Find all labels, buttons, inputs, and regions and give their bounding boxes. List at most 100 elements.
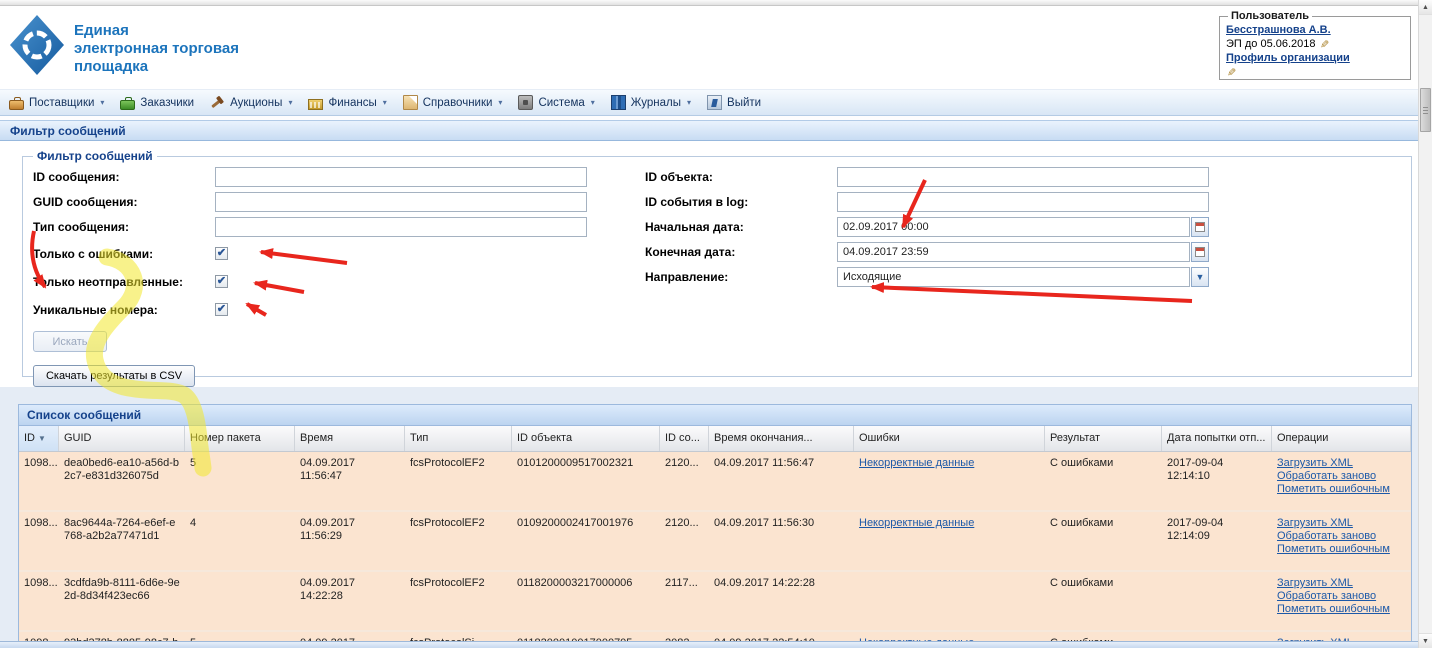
menu-item-Справочники[interactable]: Справочники ▾: [402, 95, 502, 110]
filter-field-row: Конечная дата:: [645, 240, 1401, 264]
operation-link[interactable]: Загрузить XML: [1277, 457, 1353, 469]
text-input[interactable]: [215, 192, 587, 212]
column-header-11[interactable]: Дата попытки отп...: [1162, 426, 1272, 451]
user-panel-legend: Пользователь: [1231, 10, 1310, 22]
journals-icon: [610, 95, 626, 110]
filter-field-row: GUID сообщения:: [33, 190, 645, 214]
operation-line: Пометить ошибочным: [1277, 543, 1406, 556]
menu-item-Журналы[interactable]: Журналы ▾: [610, 95, 691, 110]
column-header-3[interactable]: Номер пакета: [185, 426, 295, 451]
menu-item-Система[interactable]: Система ▾: [518, 95, 595, 110]
text-input[interactable]: [837, 192, 1209, 212]
table-cell: 4: [190, 517, 197, 529]
table-cell: 2120...: [665, 517, 699, 529]
operation-link[interactable]: Обработать заново: [1277, 470, 1376, 482]
table-cell: fcsProtocolEF2: [410, 577, 485, 589]
edit-pencil-icon[interactable]: ✎: [1224, 67, 1238, 76]
error-link[interactable]: Некорректные данные: [859, 457, 974, 469]
column-header-7[interactable]: ID со...: [660, 426, 709, 451]
select-trigger-button[interactable]: ▼: [1191, 267, 1209, 287]
scrollbar-thumb[interactable]: [1420, 88, 1431, 132]
chevron-down-icon: ▼: [1195, 272, 1205, 282]
operation-link[interactable]: Загрузить XML: [1277, 577, 1353, 589]
system-chip-icon: [518, 95, 534, 110]
operation-link[interactable]: Обработать заново: [1277, 590, 1376, 602]
direction-select[interactable]: Исходящие: [837, 267, 1190, 287]
org-profile-link[interactable]: Профиль организации: [1226, 52, 1350, 64]
menu-item-label: Поставщики: [29, 96, 95, 109]
calendar-button[interactable]: [1191, 242, 1209, 262]
filter-checkbox-row: Только неотправленные: ✔: [33, 268, 645, 295]
column-header-5[interactable]: Тип: [405, 426, 512, 451]
download-csv-button[interactable]: Скачать результаты в CSV: [33, 365, 195, 387]
bank-icon: [308, 98, 324, 110]
text-input[interactable]: [215, 217, 587, 237]
table-cell: 1098...: [24, 517, 58, 529]
date-input[interactable]: [837, 242, 1190, 262]
calendar-button[interactable]: [1191, 217, 1209, 237]
menu-item-Финансы[interactable]: Финансы ▾: [308, 96, 387, 110]
filter-field-row: ID сообщения:: [33, 165, 645, 189]
table-header-row: ID ▼ GUID Номер пакета Время Тип ID объекта ID …: [19, 426, 1411, 452]
filter-field-row: Направление: Исходящие ▼: [645, 265, 1401, 289]
error-link[interactable]: Некорректные данные: [859, 517, 974, 529]
scroll-up-icon[interactable]: ▲: [1419, 0, 1432, 15]
text-input[interactable]: [837, 167, 1209, 187]
menu-item-Аукционы[interactable]: Аукционы ▾: [210, 95, 292, 110]
table-cell: 2017-09-04 12:14:09: [1167, 517, 1224, 542]
checkbox[interactable]: ✔: [215, 247, 228, 260]
table-cell: 04.09.2017 11:56:30: [714, 517, 815, 529]
column-header-1[interactable]: ID ▼: [19, 426, 59, 451]
filter-field-row: ID события в log:: [645, 190, 1401, 214]
table-cell: 04.09.2017 11:56:29: [300, 517, 356, 542]
dropdown-arrow-icon: ▾: [382, 98, 387, 107]
menu-item-Заказчики[interactable]: Заказчики: [120, 96, 194, 110]
user-name-link[interactable]: Бесстрашнова А.В.: [1226, 24, 1331, 36]
operation-line: Обработать заново: [1277, 530, 1406, 543]
operation-link[interactable]: Пометить ошибочным: [1277, 483, 1390, 495]
calendar-icon: [1195, 247, 1205, 257]
field-label: Конечная дата:: [645, 245, 736, 259]
search-button[interactable]: Искать: [33, 331, 107, 352]
table-row: 1098... 8ac9644a-7264-e6ef-e768-a2b2a7747…: [19, 512, 1411, 572]
menu-item-Выйти[interactable]: Выйти: [707, 95, 761, 110]
table-cell: 5: [190, 457, 197, 469]
dropdown-arrow-icon: ▾: [288, 98, 293, 107]
date-input[interactable]: [837, 217, 1190, 237]
table-cell: fcsProtocolEF2: [410, 457, 485, 469]
checkbox-label: Только неотправленные:: [33, 274, 183, 289]
column-header-2[interactable]: GUID: [59, 426, 185, 451]
vertical-scrollbar[interactable]: ▲ ▼: [1418, 0, 1432, 648]
errors-cell: [854, 572, 1045, 630]
operation-link[interactable]: Загрузить XML: [1277, 517, 1353, 529]
checkbox[interactable]: ✔: [215, 303, 228, 316]
column-header-4[interactable]: Время: [295, 426, 405, 451]
checkbox-label: Только с ошибками:: [33, 246, 154, 261]
operation-line: Загрузить XML: [1277, 577, 1406, 590]
table-cell: 1098...: [24, 577, 58, 589]
table-cell: 04.09.2017 14:22:28: [714, 577, 815, 589]
menu-item-label: Система: [538, 96, 585, 109]
table-cell: 0101200009517002321: [517, 457, 634, 469]
dropdown-arrow-icon: ▾: [100, 98, 105, 107]
table-cell: [185, 572, 295, 630]
operation-link[interactable]: Обработать заново: [1277, 530, 1376, 542]
menu-item-Поставщики[interactable]: Поставщики ▾: [9, 96, 104, 110]
checkbox[interactable]: ✔: [215, 275, 228, 288]
column-header-10[interactable]: Результат: [1045, 426, 1162, 451]
errors-cell: Некорректные данные: [854, 512, 1045, 570]
menu-item-label: Справочники: [422, 96, 493, 109]
text-input[interactable]: [215, 167, 587, 187]
logo-diamond-icon: [10, 15, 64, 75]
column-header-9[interactable]: Ошибки: [854, 426, 1045, 451]
edit-pencil-icon[interactable]: ✎: [1316, 39, 1330, 48]
column-header-12[interactable]: Операции: [1272, 426, 1411, 451]
scroll-down-icon[interactable]: ▼: [1419, 633, 1432, 648]
operation-link[interactable]: Пометить ошибочным: [1277, 603, 1390, 615]
menu-item-label: Журналы: [630, 96, 682, 109]
table-cell: 04.09.2017 11:56:47: [300, 457, 356, 482]
operation-link[interactable]: Пометить ошибочным: [1277, 543, 1390, 555]
menu-bar: Поставщики ▾ Заказчики Аукционы ▾ Финансы ▾ Спр…: [0, 89, 1432, 116]
column-header-8[interactable]: Время окончания...: [709, 426, 854, 451]
column-header-6[interactable]: ID объекта: [512, 426, 660, 451]
